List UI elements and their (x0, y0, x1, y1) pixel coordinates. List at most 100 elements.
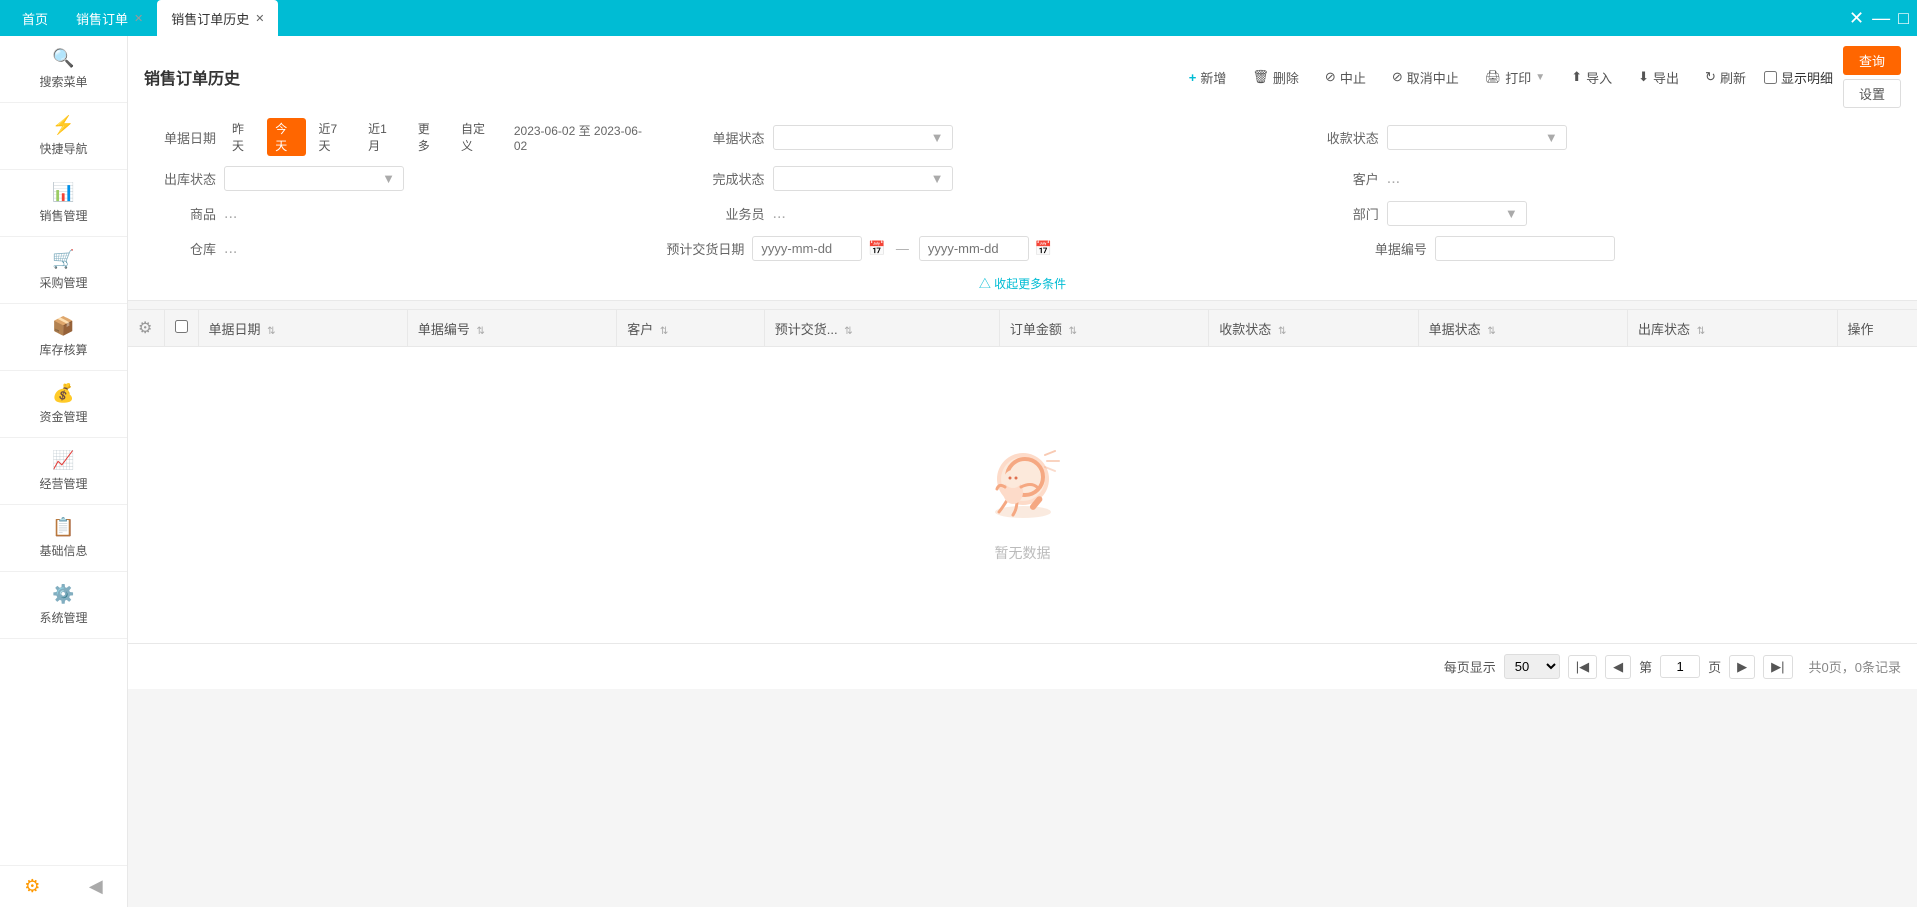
date-separator: — (896, 241, 909, 256)
sidebar-item-system[interactable]: ⚙️ 系统管理 (0, 572, 127, 639)
add-button[interactable]: + 新增 (1181, 64, 1235, 91)
collection-status-select[interactable]: ▼ (1387, 125, 1567, 150)
salesperson-filter: ... (773, 205, 1287, 223)
select-all-checkbox[interactable] (175, 320, 188, 333)
sidebar-item-basic-info[interactable]: 📋 基础信息 (0, 505, 127, 572)
sidebar-item-purchase[interactable]: 🛒 采购管理 (0, 237, 127, 304)
tab-sales-order-close[interactable]: ✕ (134, 12, 143, 25)
query-button[interactable]: 查询 (1843, 46, 1901, 75)
export-button[interactable]: ⬇ 导出 (1630, 64, 1687, 91)
sidebar-item-system-label: 系统管理 (39, 609, 87, 626)
delivery-date-to-cal-icon[interactable]: 📅 (1035, 240, 1052, 257)
date-tab-yesterday[interactable]: 昨天 (224, 118, 263, 156)
date-range-display: 2023-06-02 至 2023-06-02 (514, 122, 653, 153)
sidebar-item-operation[interactable]: 📈 经营管理 (0, 438, 127, 505)
tab-sales-order-history-close[interactable]: ✕ (255, 12, 264, 25)
th-out-status: 出库状态 ⇅ (1628, 310, 1837, 347)
print-button[interactable]: 🖨 打印 ▼ (1477, 64, 1553, 91)
prev-page-button[interactable]: ◀ (1605, 655, 1631, 679)
tab-sales-order[interactable]: 销售订单 ✕ (62, 0, 157, 36)
collection-status-label: 收款状态 (1307, 128, 1387, 147)
sidebar-item-quick-nav[interactable]: ⚡ 快捷导航 (0, 103, 127, 170)
refresh-icon: ↻ (1705, 69, 1716, 85)
customer-filter: ... (1387, 170, 1901, 188)
th-collection-status-sort-icon[interactable]: ⇅ (1278, 326, 1286, 337)
date-tab-last1month[interactable]: 近1月 (360, 118, 406, 156)
sidebar-settings-icon[interactable]: ⚙ (24, 876, 40, 897)
sidebar-item-search-menu[interactable]: 🔍 搜索菜单 (0, 36, 127, 103)
sidebar-item-sales[interactable]: 📊 销售管理 (0, 170, 127, 237)
filter-row-2: 出库状态 ▼ 完成状态 ▼ 客户 (144, 166, 1901, 191)
last-page-button[interactable]: ▶| (1763, 655, 1792, 679)
page-input[interactable] (1660, 655, 1700, 678)
sidebar-item-quick-nav-label: 快捷导航 (39, 140, 87, 157)
product-dots[interactable]: ... (224, 205, 237, 223)
customer-dots[interactable]: ... (1387, 170, 1400, 188)
warehouse-dots[interactable]: ... (224, 240, 237, 258)
delivery-date-to[interactable] (919, 236, 1029, 261)
tab-sales-order-history-label: 销售订单历史 (171, 9, 249, 28)
th-customer-sort-icon[interactable]: ⇅ (660, 326, 668, 337)
dept-select[interactable]: ▼ (1387, 201, 1527, 226)
th-expected-delivery-sort-icon[interactable]: ⇅ (844, 326, 852, 337)
next-page-button[interactable]: ▶ (1729, 655, 1755, 679)
out-status-select[interactable]: ▼ (224, 166, 404, 191)
doc-status-select[interactable]: ▼ (773, 125, 953, 150)
cancel-stop-button[interactable]: ⊘ 取消中止 (1384, 64, 1467, 91)
top-bar-maximize-icon[interactable]: □ (1898, 8, 1909, 29)
per-page-select[interactable]: 50 10 20 100 (1504, 654, 1560, 679)
date-tab-more[interactable]: 更多 (410, 118, 449, 156)
complete-status-select[interactable]: ▼ (773, 166, 953, 191)
doc-no-input[interactable] (1435, 236, 1615, 261)
show-columns-toggle[interactable]: 显示明细 (1764, 68, 1833, 87)
sidebar-item-finance[interactable]: 💰 资金管理 (0, 371, 127, 438)
delivery-date-from[interactable] (752, 236, 862, 261)
th-doc-no-sort-icon[interactable]: ⇅ (477, 326, 485, 337)
date-tab-custom[interactable]: 自定义 (453, 118, 504, 156)
complete-status-filter: ▼ (773, 166, 1287, 191)
table-settings-icon[interactable]: ⚙ (138, 320, 152, 337)
tab-home[interactable]: 首页 (8, 0, 62, 36)
doc-status-filter: ▼ (773, 125, 1287, 150)
th-customer: 客户 ⇅ (617, 310, 765, 347)
collapse-bar[interactable]: △ 收起更多条件 (144, 271, 1901, 300)
sidebar-item-basic-info-label: 基础信息 (39, 542, 87, 559)
first-page-button[interactable]: |◀ (1568, 655, 1597, 679)
page-label: 第 (1639, 657, 1652, 676)
import-button[interactable]: ⬆ 导入 (1563, 64, 1620, 91)
main-layout: 🔍 搜索菜单 ⚡ 快捷导航 📊 销售管理 🛒 采购管理 📦 库存核算 💰 资金管… (0, 36, 1917, 907)
out-status-filter: ▼ (224, 166, 653, 191)
doc-status-arrow-icon: ▼ (931, 130, 944, 145)
delivery-date-label: 预计交货日期 (652, 239, 752, 258)
delete-button[interactable]: 🗑 删除 (1244, 64, 1307, 91)
add-icon: + (1189, 70, 1197, 85)
salesperson-dots[interactable]: ... (773, 205, 786, 223)
show-columns-checkbox[interactable] (1764, 71, 1777, 84)
filter-area: 单据日期 昨天 今天 近7天 近1月 更多 自定义 2023-06-02 至 2… (144, 118, 1901, 300)
settings-button[interactable]: 设置 (1843, 79, 1901, 108)
collapse-label: △ 收起更多条件 (979, 277, 1066, 291)
th-out-status-sort-icon[interactable]: ⇅ (1697, 326, 1705, 337)
date-tab-last7[interactable]: 近7天 (310, 118, 356, 156)
delivery-date-from-cal-icon[interactable]: 📅 (868, 240, 885, 257)
stop-button[interactable]: ⊘ 中止 (1317, 64, 1374, 91)
sidebar-collapse-icon[interactable]: ◀ (89, 876, 103, 897)
th-doc-status-sort-icon[interactable]: ⇅ (1487, 326, 1495, 337)
top-bar-minimize-icon[interactable]: — (1872, 8, 1890, 29)
product-filter: ... (224, 205, 653, 223)
empty-text: 暂无数据 (995, 543, 1051, 563)
th-doc-date-sort-icon[interactable]: ⇅ (267, 326, 275, 337)
tab-sales-order-history[interactable]: 销售订单历史 ✕ (157, 0, 278, 36)
top-bar-close-icon[interactable]: ✕ (1849, 8, 1864, 29)
toolbar: + 新增 🗑 删除 ⊘ 中止 ⊘ 取消中止 (1181, 46, 1901, 108)
th-doc-status-label: 单据状态 (1429, 322, 1481, 337)
purchase-icon: 🛒 (52, 249, 74, 270)
stop-icon: ⊘ (1325, 69, 1336, 85)
date-tab-today[interactable]: 今天 (267, 118, 306, 156)
th-actions: 操作 (1837, 310, 1917, 347)
th-order-amount-sort-icon[interactable]: ⇅ (1069, 326, 1077, 337)
tab-home-label: 首页 (22, 9, 48, 28)
refresh-button[interactable]: ↻ 刷新 (1697, 64, 1754, 91)
filter-row-4: 仓库 ... 预计交货日期 📅 — 📅 单据编号 (144, 236, 1901, 261)
sidebar-item-inventory[interactable]: 📦 库存核算 (0, 304, 127, 371)
